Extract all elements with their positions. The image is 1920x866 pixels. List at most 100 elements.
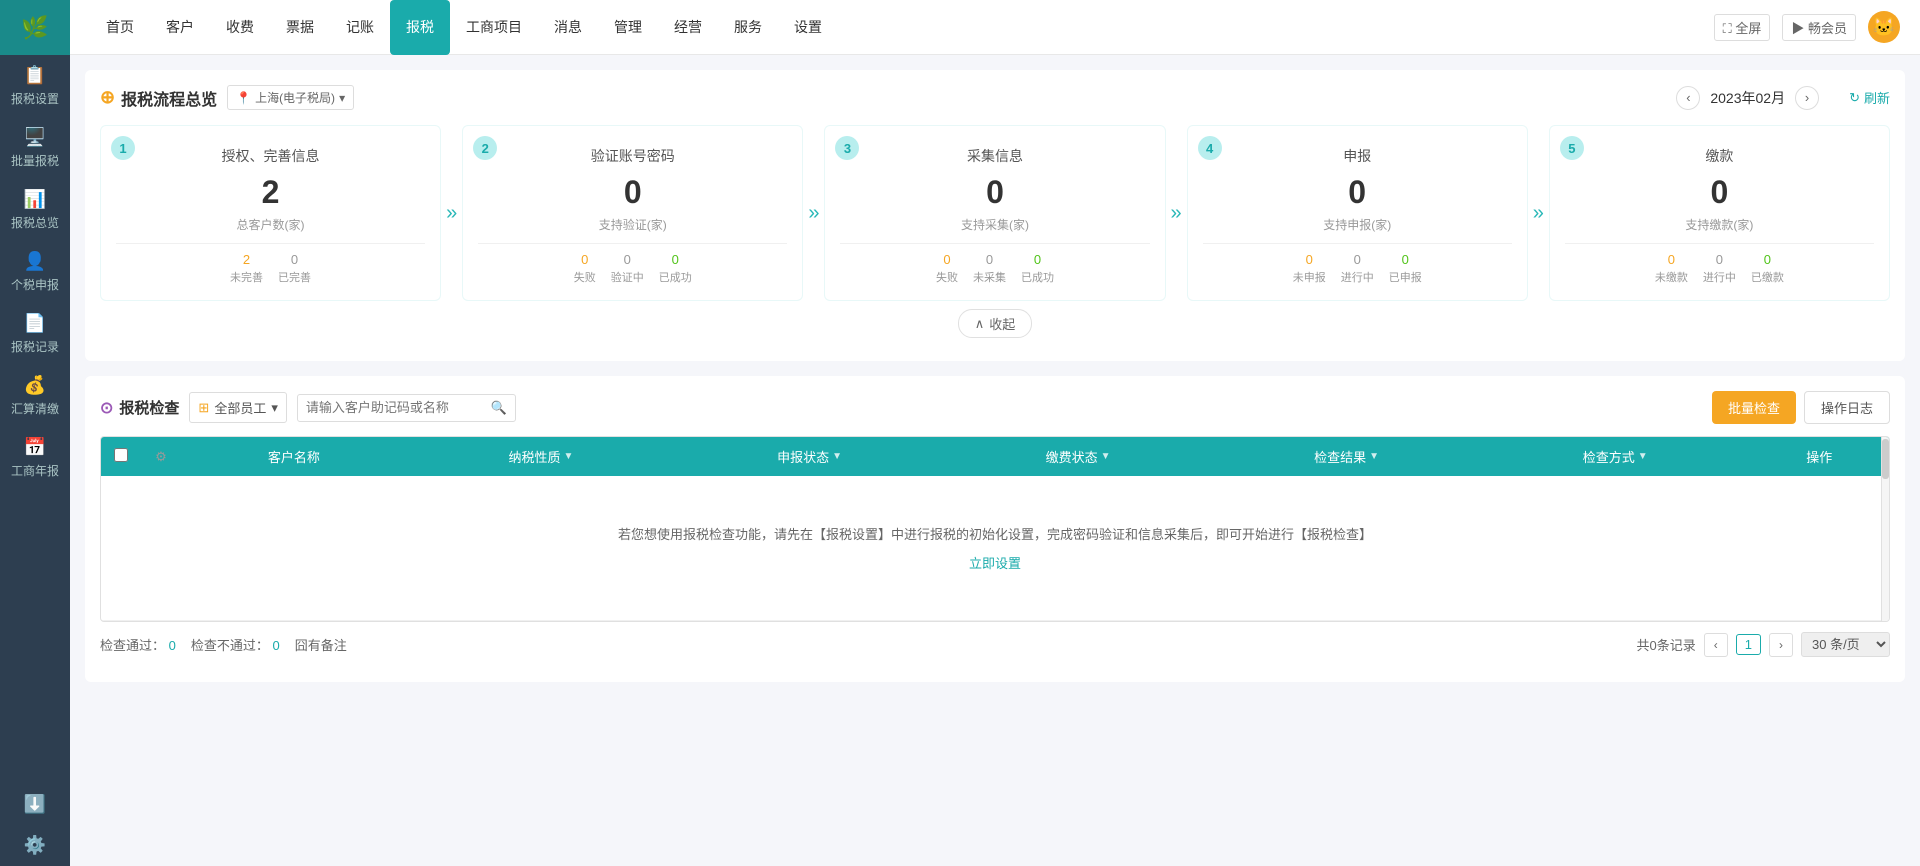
circle-purple-icon: ⊙ (100, 398, 113, 418)
step-stats-1: 2 未完善 0 已完善 (116, 243, 425, 285)
stat-paid: 0 已缴款 (1751, 252, 1784, 285)
stat-val-verifying: 0 (624, 252, 631, 267)
fail-count[interactable]: 0 (273, 638, 280, 653)
sidebar-item-label: 报税总览 (11, 214, 59, 231)
step-title-4: 申报 (1203, 146, 1512, 166)
current-month: 2023年02月 (1710, 88, 1785, 108)
collapse-btn[interactable]: ∧ 收起 (958, 309, 1033, 338)
flow-steps: 1 授权、完善信息 2 总客户数(家) 2 未完善 0 已完善 (100, 125, 1890, 301)
fullscreen-btn[interactable]: ⛶ 全屏 (1714, 14, 1771, 41)
prev-month-btn[interactable]: ‹ (1676, 86, 1700, 110)
nav-jizhang[interactable]: 记账 (330, 0, 390, 55)
chevron-down-icon: ▾ (339, 91, 345, 105)
sidebar-item-download[interactable]: ⬇️ (24, 784, 46, 825)
select-all-checkbox[interactable] (114, 448, 128, 462)
sidebar-item-huisuan-qingshu[interactable]: 💰 汇算清缴 (0, 365, 70, 427)
gongshang-icon: 📅 (24, 437, 46, 458)
step-label-2: 支持验证(家) (478, 216, 787, 233)
flow-overview-card: ⊕ 报税流程总览 📍 上海(电子税局) ▾ ‹ 2023年02月 › ↻ 刷新 (85, 70, 1905, 361)
batch-check-btn[interactable]: 批量检查 (1712, 391, 1796, 424)
search-input[interactable] (306, 400, 486, 415)
refresh-btn[interactable]: ↻ 刷新 (1849, 88, 1890, 107)
log-btn[interactable]: 操作日志 (1804, 391, 1890, 424)
gear-icon[interactable]: ⚙ (155, 449, 167, 464)
th-pay-status[interactable]: 缴费状态 ▼ (944, 437, 1213, 476)
flow-step-2: 2 验证账号密码 0 支持验证(家) 0 失败 0 验证中 (462, 125, 803, 301)
vip-btn[interactable]: ▶ 畅会员 (1782, 14, 1856, 41)
pass-count[interactable]: 0 (169, 638, 176, 653)
step-count-4: 0 (1203, 174, 1512, 211)
current-page: 1 (1736, 634, 1761, 655)
nav-shezhi[interactable]: 设置 (778, 0, 838, 55)
nav-piaoju[interactable]: 票据 (270, 0, 330, 55)
search-box: 🔍 (297, 394, 516, 422)
location-badge[interactable]: 📍 上海(电子税局) ▾ (227, 85, 354, 110)
next-month-btn[interactable]: › (1795, 86, 1819, 110)
fullscreen-icon: ⛶ (1723, 21, 1732, 36)
sidebar-item-geren-shenbao[interactable]: 👤 个税申报 (0, 241, 70, 303)
nav-client[interactable]: 客户 (150, 0, 210, 55)
download-icon: ⬇️ (24, 794, 46, 815)
baoshui-shezhi-icon: 📋 (24, 65, 46, 86)
stat-not-collected: 0 未采集 (973, 252, 1006, 285)
sidebar: 🌿 📋 报税设置 🖥️ 批量报税 📊 报税总览 👤 个税申报 📄 报税记录 💰 … (0, 0, 70, 866)
logo-icon: 🌿 (21, 15, 48, 41)
collapse-row: ∧ 收起 (100, 301, 1890, 346)
th-check-result[interactable]: 检查结果 ▼ (1212, 437, 1481, 476)
setup-link[interactable]: 立即设置 (129, 553, 1861, 572)
th-tax-nature[interactable]: 纳税性质 ▼ (407, 437, 676, 476)
th-check-method[interactable]: 检查方式 ▼ (1481, 437, 1750, 476)
th-operation: 操作 (1749, 437, 1889, 476)
per-page-select[interactable]: 30 条/页50 条/页100 条/页 (1801, 632, 1890, 657)
stat-verifying: 0 验证中 (611, 252, 644, 285)
next-page-btn[interactable]: › (1769, 633, 1793, 657)
sidebar-item-piliang-baoshui[interactable]: 🖥️ 批量报税 (0, 117, 70, 179)
plus-icon: ⊕ (100, 87, 115, 108)
sidebar-item-baoshui-shezhi[interactable]: 📋 报税设置 (0, 55, 70, 117)
step-label-3: 支持采集(家) (840, 216, 1149, 233)
flow-arrow-2: » (803, 125, 824, 301)
baoshui-zonlan-icon: 📊 (24, 189, 46, 210)
nav-home[interactable]: 首页 (90, 0, 150, 55)
nav-baoshui[interactable]: 报税 (390, 0, 450, 55)
app-logo[interactable]: 🌿 (0, 0, 70, 55)
check-title: ⊙ 报税检查 (100, 397, 179, 418)
th-declare-status[interactable]: 申报状态 ▼ (675, 437, 944, 476)
nav-fuwu[interactable]: 服务 (718, 0, 778, 55)
table-footer: 检查通过： 0 检查不通过： 0 囧有备注 共0条记录 ‹ 1 › 30 条/页… (100, 622, 1890, 667)
total-records: 共0条记录 (1637, 635, 1696, 654)
sidebar-item-gongshang-nianzhao[interactable]: 📅 工商年报 (0, 427, 70, 489)
nav-xiaoxi[interactable]: 消息 (538, 0, 598, 55)
chevron-up-icon: ∧ (975, 316, 985, 332)
sidebar-item-baoshui-zonlan[interactable]: 📊 报税总览 (0, 179, 70, 241)
filter-icon-result: ▼ (1369, 451, 1379, 462)
sidebar-item-label: 批量报税 (11, 152, 59, 169)
piliang-baoshui-icon: 🖥️ (24, 127, 46, 148)
employee-filter[interactable]: ⊞ 全部员工 ▾ (189, 392, 286, 423)
flow-title: ⊕ 报税流程总览 (100, 86, 217, 110)
step-label-1: 总客户数(家) (116, 216, 425, 233)
sidebar-item-settings[interactable]: ⚙️ (24, 825, 46, 866)
th-gear: ⚙ (141, 437, 181, 476)
empty-cell: 若您想使用报税检查功能，请先在【报税设置】中进行报税的初始化设置，完成密码验证和… (101, 476, 1889, 621)
search-icon[interactable]: 🔍 (491, 400, 507, 416)
avatar[interactable]: 🐱 (1868, 11, 1900, 43)
filter-icon-declare: ▼ (832, 451, 842, 462)
nav-gongshang[interactable]: 工商项目 (450, 0, 538, 55)
stat-val-failed: 0 (581, 252, 588, 267)
sidebar-item-label: 汇算清缴 (11, 400, 59, 417)
sidebar-item-baoshui-jilu[interactable]: 📄 报税记录 (0, 303, 70, 365)
filter-icon-method: ▼ (1638, 451, 1648, 462)
scrollbar[interactable] (1881, 437, 1889, 621)
stat-val-verified: 0 (672, 252, 679, 267)
step-count-3: 0 (840, 174, 1149, 211)
prev-page-btn[interactable]: ‹ (1704, 633, 1728, 657)
step-count-2: 0 (478, 174, 787, 211)
stat-label-incomplete: 未完善 (230, 269, 263, 285)
th-client-name: 客户名称 (181, 437, 407, 476)
nav-guanli[interactable]: 管理 (598, 0, 658, 55)
nav-shoufei[interactable]: 收费 (210, 0, 270, 55)
nav-jingying[interactable]: 经营 (658, 0, 718, 55)
step-num-1: 1 (111, 136, 135, 160)
stat-incomplete: 2 未完善 (230, 252, 263, 285)
